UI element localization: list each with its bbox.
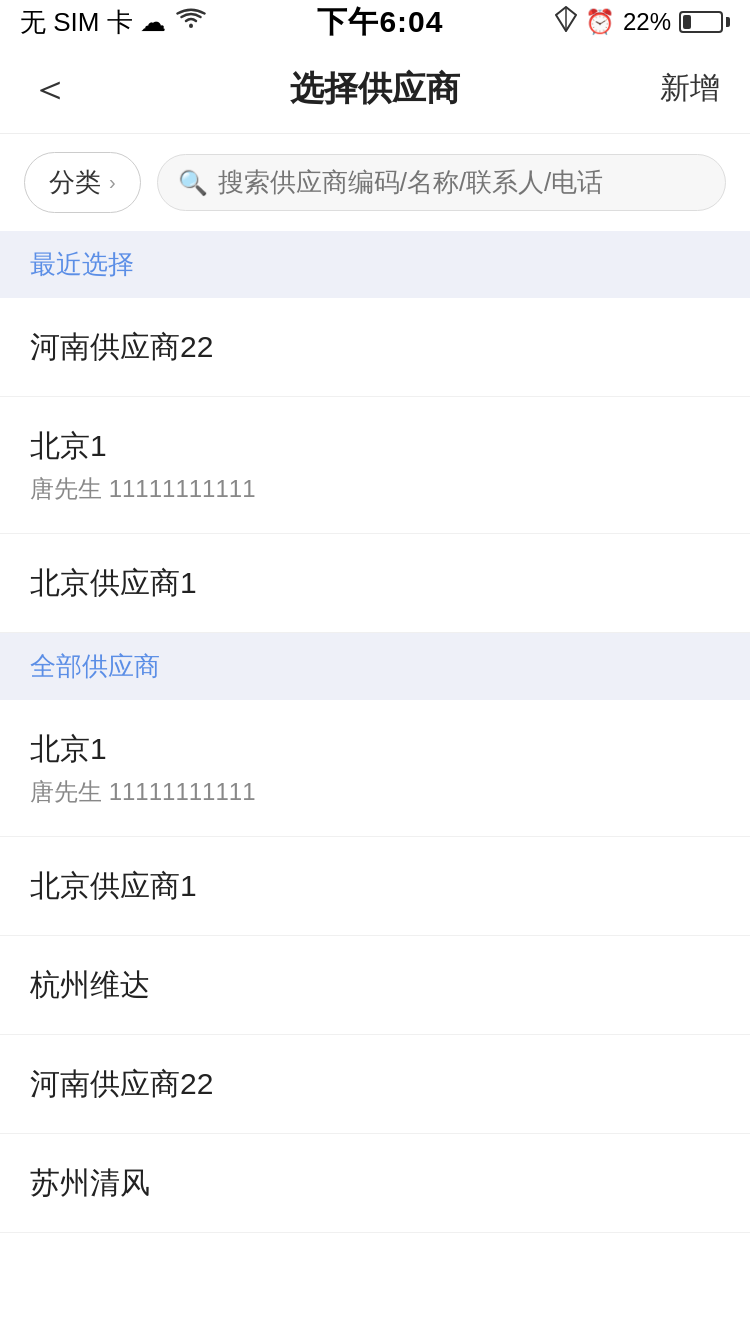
item-detail: 唐先生 11111111111 bbox=[30, 776, 720, 808]
svg-point-0 bbox=[189, 24, 193, 28]
alarm-icon: ⏰ bbox=[585, 8, 615, 36]
recent-list: 河南供应商22 北京1 唐先生 11111111111 北京供应商1 bbox=[0, 298, 750, 633]
back-button[interactable]: ＜ bbox=[30, 61, 110, 116]
filter-bar: 分类 › 🔍 bbox=[0, 134, 750, 231]
sim-status: 无 SIM 卡 ☁ bbox=[20, 5, 166, 40]
add-button[interactable]: 新增 bbox=[640, 68, 720, 109]
list-item[interactable]: 河南供应商22 bbox=[0, 1035, 750, 1134]
status-left: 无 SIM 卡 ☁ bbox=[20, 5, 206, 40]
nav-bar: ＜ 选择供应商 新增 bbox=[0, 44, 750, 134]
status-bar: 无 SIM 卡 ☁ 下午6:04 ⏰ 22% bbox=[0, 0, 750, 44]
list-item[interactable]: 北京供应商1 bbox=[0, 534, 750, 633]
all-list: 北京1 唐先生 11111111111 北京供应商1 杭州维达河南供应商22 苏州清风 bbox=[0, 700, 750, 1233]
item-name: 苏州清风 bbox=[30, 1162, 720, 1204]
search-icon: 🔍 bbox=[178, 169, 208, 197]
battery-percent: 22% bbox=[623, 8, 671, 36]
item-name: 北京供应商1 bbox=[30, 562, 720, 604]
item-name: 北京供应商1 bbox=[30, 865, 720, 907]
list-item[interactable]: 北京1 唐先生 11111111111 bbox=[0, 397, 750, 534]
list-item[interactable]: 北京1 唐先生 11111111111 bbox=[0, 700, 750, 837]
status-time: 下午6:04 bbox=[317, 2, 443, 43]
category-button[interactable]: 分类 › bbox=[24, 152, 141, 213]
location-icon bbox=[555, 6, 577, 38]
search-box[interactable]: 🔍 bbox=[157, 154, 726, 211]
page-title: 选择供应商 bbox=[110, 66, 640, 112]
list-item[interactable]: 苏州清风 bbox=[0, 1134, 750, 1233]
all-section-header: 全部供应商 bbox=[0, 633, 750, 700]
list-item[interactable]: 北京供应商1 bbox=[0, 837, 750, 936]
item-name: 北京1 bbox=[30, 425, 720, 467]
recent-section-label: 最近选择 bbox=[30, 249, 134, 279]
item-detail: 唐先生 11111111111 bbox=[30, 473, 720, 505]
item-name: 河南供应商22 bbox=[30, 326, 720, 368]
list-item[interactable]: 杭州维达 bbox=[0, 936, 750, 1035]
all-section-label: 全部供应商 bbox=[30, 651, 160, 681]
item-name: 北京1 bbox=[30, 728, 720, 770]
search-input[interactable] bbox=[218, 167, 705, 198]
wifi-icon bbox=[176, 7, 206, 38]
recent-section-header: 最近选择 bbox=[0, 231, 750, 298]
list-item[interactable]: 河南供应商22 bbox=[0, 298, 750, 397]
battery-icon bbox=[679, 11, 730, 33]
status-right: ⏰ 22% bbox=[555, 6, 730, 38]
item-name: 河南供应商22 bbox=[30, 1063, 720, 1105]
chevron-right-icon: › bbox=[109, 171, 116, 194]
category-label: 分类 bbox=[49, 165, 101, 200]
item-name: 杭州维达 bbox=[30, 964, 720, 1006]
